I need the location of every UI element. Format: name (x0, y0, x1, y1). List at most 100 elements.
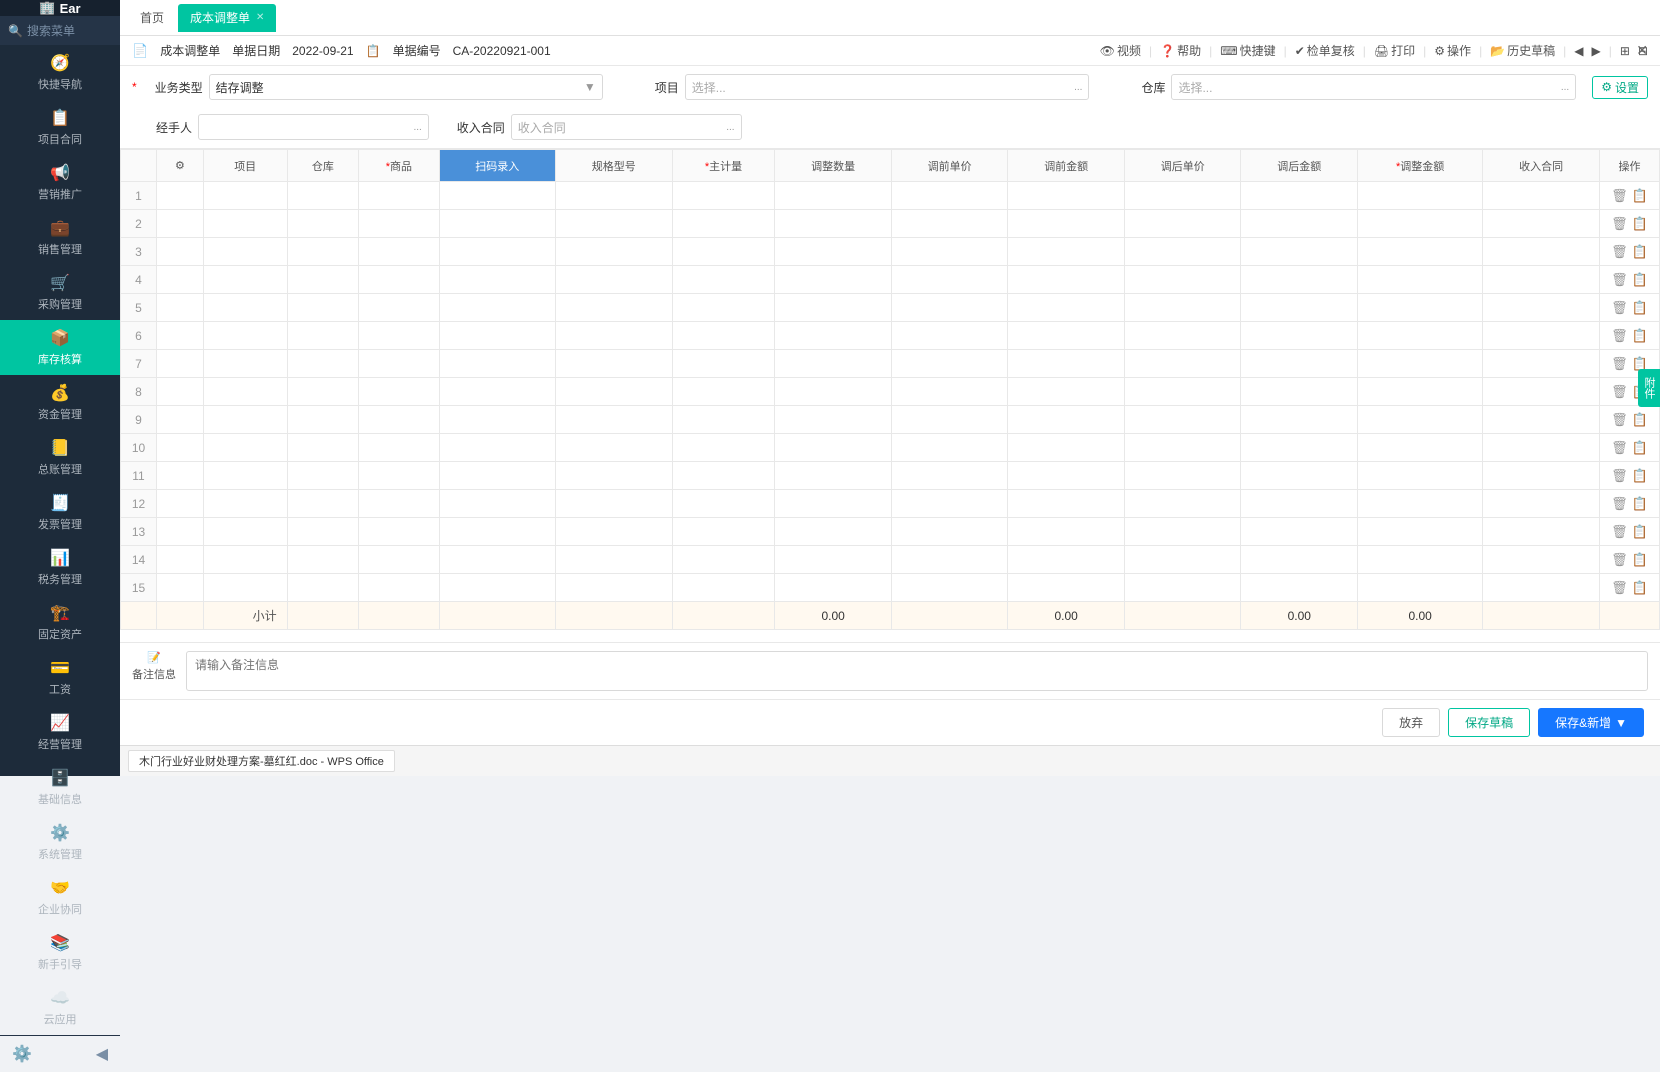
col-header-project[interactable]: 项目 (203, 150, 287, 182)
cell-unit-11[interactable] (672, 462, 775, 490)
cell-adj_amount-7[interactable] (1358, 350, 1483, 378)
col-header-before_amount[interactable]: 调前金额 (1008, 150, 1125, 182)
delete-icon-6[interactable]: 🗑 (1611, 328, 1628, 344)
sidebar-item-sales-mgmt[interactable]: 💼销售管理 (0, 210, 120, 265)
cell-adj_amount-12[interactable] (1358, 490, 1483, 518)
cell-project-5[interactable] (203, 294, 287, 322)
cell-before_amount-2[interactable] (1008, 210, 1125, 238)
cell-goods-15[interactable] (359, 574, 439, 602)
cell-after_price-13[interactable] (1124, 518, 1241, 546)
cell-warehouse-9[interactable] (287, 406, 359, 434)
row-actions-3[interactable]: 🗑📋 (1600, 238, 1660, 266)
biz-type-input[interactable]: 结存调整 ▼ (209, 74, 603, 100)
cell-income_contract-8[interactable] (1483, 378, 1600, 406)
cell-income_contract-5[interactable] (1483, 294, 1600, 322)
toolbar-grid1[interactable]: ⊞ (1620, 44, 1630, 58)
cell-warehouse-10[interactable] (287, 434, 359, 462)
sidebar-item-fixed-assets[interactable]: 🏗️固定资产 (0, 595, 120, 650)
row-actions-1[interactable]: 🗑📋 (1600, 182, 1660, 210)
col-header-warehouse[interactable]: 仓库 (287, 150, 359, 182)
cell-after_price-14[interactable] (1124, 546, 1241, 574)
cell-adj_amount-4[interactable] (1358, 266, 1483, 294)
cell-settings-3[interactable] (157, 238, 204, 266)
cell-settings-8[interactable] (157, 378, 204, 406)
cell-goods-6[interactable] (359, 322, 439, 350)
cell-scan-10[interactable] (439, 434, 556, 462)
cell-before_price-8[interactable] (891, 378, 1008, 406)
cell-scan-7[interactable] (439, 350, 556, 378)
cell-project-15[interactable] (203, 574, 287, 602)
col-header-scan[interactable]: 扫码录入 (439, 150, 556, 182)
cell-adj_amount-13[interactable] (1358, 518, 1483, 546)
cell-project-14[interactable] (203, 546, 287, 574)
cell-goods-11[interactable] (359, 462, 439, 490)
cell-income_contract-12[interactable] (1483, 490, 1600, 518)
row-actions-5[interactable]: 🗑📋 (1600, 294, 1660, 322)
toolbar-history[interactable]: 📂 历史草稿 (1490, 42, 1555, 59)
cell-adj_amount-15[interactable] (1358, 574, 1483, 602)
cell-settings-6[interactable] (157, 322, 204, 350)
cell-warehouse-2[interactable] (287, 210, 359, 238)
cell-unit-9[interactable] (672, 406, 775, 434)
cell-settings-4[interactable] (157, 266, 204, 294)
cell-income_contract-15[interactable] (1483, 574, 1600, 602)
cell-adj_amount-3[interactable] (1358, 238, 1483, 266)
cell-scan-9[interactable] (439, 406, 556, 434)
cell-warehouse-8[interactable] (287, 378, 359, 406)
cell-after_amount-1[interactable] (1241, 182, 1358, 210)
cell-before_amount-8[interactable] (1008, 378, 1125, 406)
row-actions-11[interactable]: 🗑📋 (1600, 462, 1660, 490)
cell-income_contract-9[interactable] (1483, 406, 1600, 434)
cell-adj_qty-9[interactable] (775, 406, 892, 434)
cell-adj_amount-11[interactable] (1358, 462, 1483, 490)
cell-adj_qty-4[interactable] (775, 266, 892, 294)
cell-after_price-7[interactable] (1124, 350, 1241, 378)
row-actions-2[interactable]: 🗑📋 (1600, 210, 1660, 238)
cell-goods-5[interactable] (359, 294, 439, 322)
cell-before_price-10[interactable] (891, 434, 1008, 462)
cell-goods-7[interactable] (359, 350, 439, 378)
cell-project-10[interactable] (203, 434, 287, 462)
cell-before_amount-5[interactable] (1008, 294, 1125, 322)
cell-before_price-5[interactable] (891, 294, 1008, 322)
delete-icon-2[interactable]: 🗑 (1611, 216, 1628, 232)
cell-after_price-3[interactable] (1124, 238, 1241, 266)
delete-icon-15[interactable]: 🗑 (1611, 580, 1628, 596)
discard-button[interactable]: 放弃 (1382, 708, 1440, 737)
cell-unit-13[interactable] (672, 518, 775, 546)
window-close-button[interactable]: ✕ (1636, 42, 1648, 59)
cell-settings-14[interactable] (157, 546, 204, 574)
handler-input[interactable]: ... (198, 114, 429, 140)
cell-spec-8[interactable] (556, 378, 673, 406)
toolbar-nav-next[interactable]: ▶ (1592, 44, 1601, 58)
copy-icon-5[interactable]: 📋 (1632, 300, 1648, 316)
cell-scan-14[interactable] (439, 546, 556, 574)
copy-icon-4[interactable]: 📋 (1632, 272, 1648, 288)
delete-icon-8[interactable]: 🗑 (1611, 384, 1628, 400)
cell-project-6[interactable] (203, 322, 287, 350)
tab-home[interactable]: 首页 (128, 4, 176, 32)
cell-adj_qty-12[interactable] (775, 490, 892, 518)
cell-income_contract-7[interactable] (1483, 350, 1600, 378)
cell-goods-10[interactable] (359, 434, 439, 462)
cell-income_contract-11[interactable] (1483, 462, 1600, 490)
cell-spec-12[interactable] (556, 490, 673, 518)
cell-adj_qty-7[interactable] (775, 350, 892, 378)
cell-after_price-5[interactable] (1124, 294, 1241, 322)
sidebar-item-tax-mgmt[interactable]: 📊税务管理 (0, 540, 120, 595)
cell-income_contract-14[interactable] (1483, 546, 1600, 574)
col-header-goods[interactable]: *商品 (359, 150, 439, 182)
cell-unit-6[interactable] (672, 322, 775, 350)
cell-adj_qty-15[interactable] (775, 574, 892, 602)
cell-after_amount-2[interactable] (1241, 210, 1358, 238)
cell-after_amount-9[interactable] (1241, 406, 1358, 434)
cell-unit-14[interactable] (672, 546, 775, 574)
cell-adj_qty-8[interactable] (775, 378, 892, 406)
cell-adj_amount-1[interactable] (1358, 182, 1483, 210)
copy-icon-10[interactable]: 📋 (1632, 440, 1648, 456)
cell-project-3[interactable] (203, 238, 287, 266)
col-header-settings[interactable]: ⚙ (157, 150, 204, 182)
sidebar-search[interactable]: 🔍 搜索菜单 (0, 16, 120, 45)
cell-project-11[interactable] (203, 462, 287, 490)
cell-before_price-1[interactable] (891, 182, 1008, 210)
